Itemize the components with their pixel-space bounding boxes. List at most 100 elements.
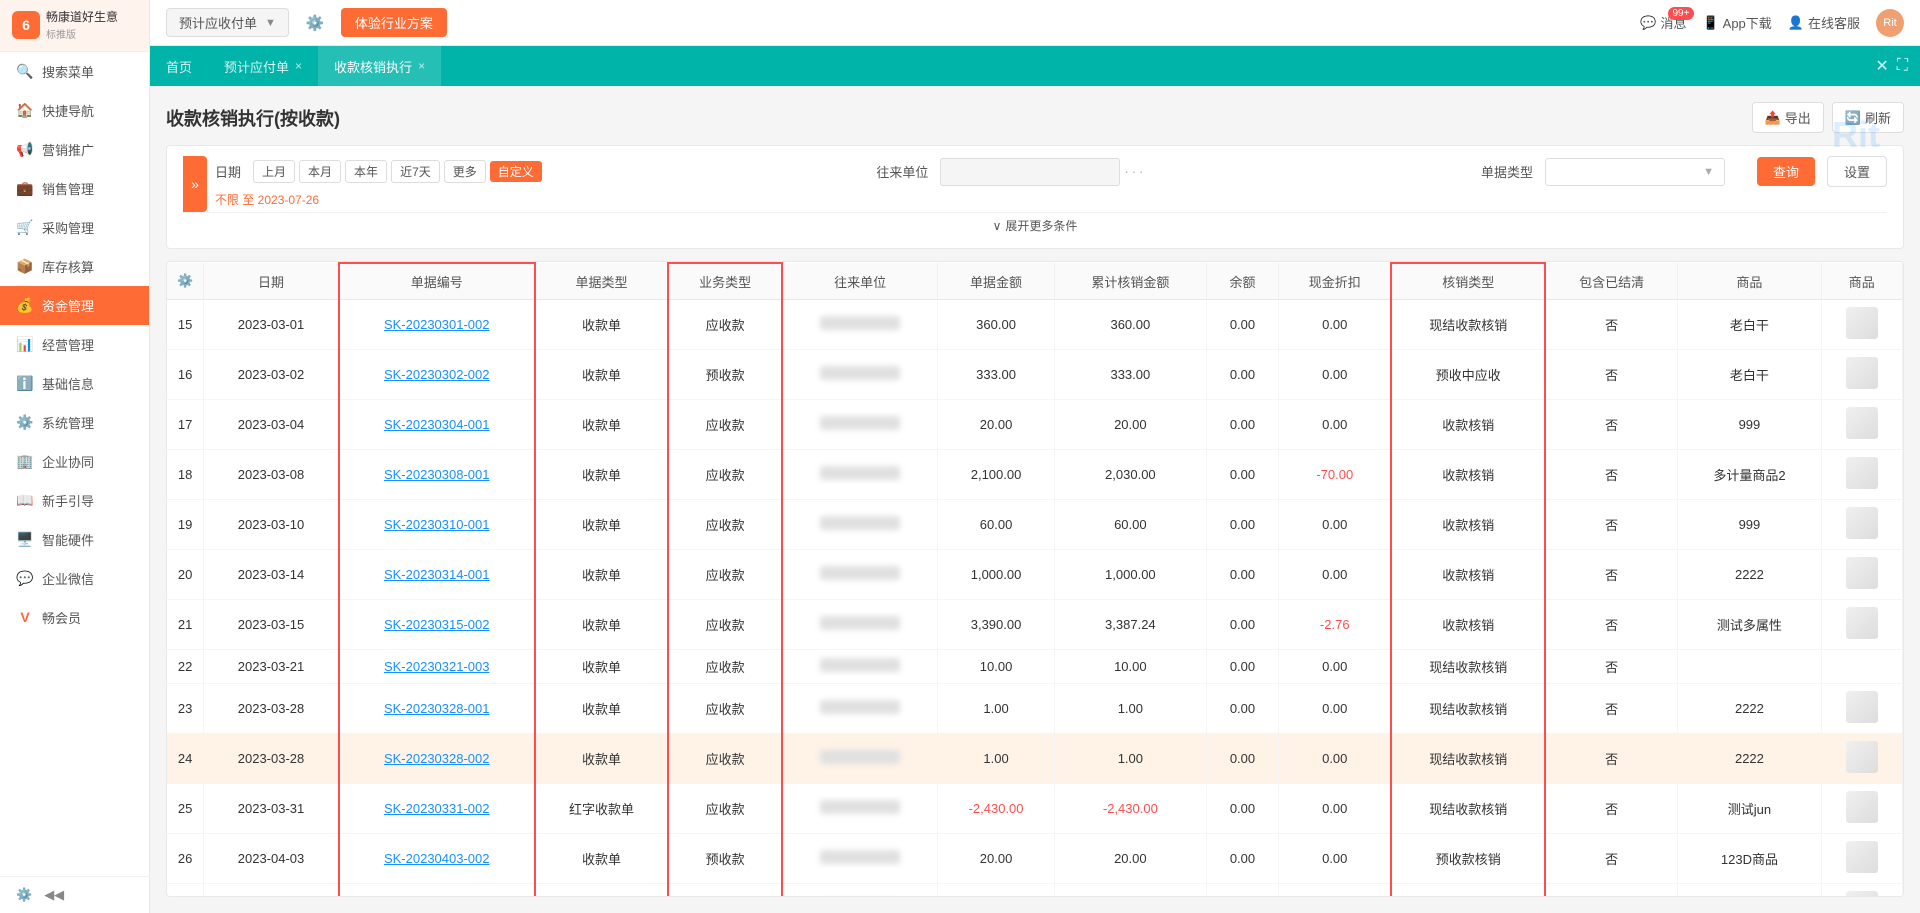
- maximize-icon[interactable]: ⛶: [1897, 57, 1908, 75]
- sidebar-item-guide[interactable]: 📖 新手引导: [0, 481, 149, 520]
- sidebar-item-hardware[interactable]: 🖥️ 智能硬件: [0, 520, 149, 559]
- cell-date: 2023-03-02: [204, 350, 339, 400]
- doc-no-link[interactable]: SK-20230314-001: [384, 567, 490, 582]
- avatar[interactable]: Rit: [1876, 9, 1904, 37]
- app-download-button[interactable]: 📱 App下载: [1702, 13, 1771, 32]
- sidebar-item-system[interactable]: ⚙️ 系统管理: [0, 403, 149, 442]
- tab-prepay[interactable]: 预计应付单 ×: [208, 46, 318, 86]
- sidebar-item-member[interactable]: V 畅会员: [0, 598, 149, 637]
- doc-no-link[interactable]: SK-20230403-002: [384, 851, 490, 866]
- cell-biz-type: 预收款: [668, 834, 782, 884]
- cell-doc-no: SK-20230302-002: [339, 350, 535, 400]
- cell-product-img: [1821, 784, 1902, 834]
- cell-product: [1678, 650, 1821, 684]
- sidebar-item-wechat[interactable]: 💬 企业微信: [0, 559, 149, 598]
- tab-bar-controls: ✕ ⛶: [1875, 56, 1920, 76]
- doc-no-link[interactable]: SK-20230304-001: [384, 417, 490, 432]
- settings-gear-icon[interactable]: ⚙️: [301, 9, 329, 37]
- messages-button[interactable]: 💬 消息 99+: [1640, 13, 1686, 32]
- expand-arrow[interactable]: »: [183, 156, 207, 212]
- refresh-button[interactable]: 🔄 刷新: [1832, 102, 1904, 133]
- partner-input[interactable]: [940, 158, 1120, 186]
- breadcrumb-select[interactable]: 预计应收付单 ▼: [166, 8, 289, 37]
- service-icon: 👤: [1788, 15, 1804, 31]
- cell-date: 2023-03-14: [204, 550, 339, 600]
- filter-settings-button[interactable]: 设置: [1827, 156, 1887, 187]
- date-btn-custom[interactable]: 自定义: [490, 161, 542, 182]
- sidebar-item-marketing[interactable]: 📢 营销推广: [0, 130, 149, 169]
- export-button[interactable]: 📤 导出: [1752, 102, 1824, 133]
- cell-doc-type: 收款单: [535, 500, 669, 550]
- tab-collection-close[interactable]: ×: [418, 59, 425, 73]
- expand-more-btn[interactable]: ∨ 展开更多条件: [183, 212, 1887, 238]
- doc-no-link[interactable]: SK-20230302-002: [384, 367, 490, 382]
- tab-collection[interactable]: 收款核销执行 ×: [318, 46, 441, 86]
- solution-button[interactable]: 体验行业方案: [341, 8, 447, 37]
- sidebar-settings-icon[interactable]: ⚙️: [16, 887, 32, 903]
- doc-no-link[interactable]: SK-20230328-002: [384, 751, 490, 766]
- date-btn-7days[interactable]: 近7天: [391, 160, 440, 183]
- sidebar-item-label: 营销推广: [42, 140, 94, 159]
- date-btn-last-month[interactable]: 上月: [253, 160, 295, 183]
- cell-product: 123D商品: [1678, 834, 1821, 884]
- cell-doc-type: 收款单: [535, 834, 669, 884]
- doc-no-link[interactable]: SK-20230301-002: [384, 317, 490, 332]
- sidebar-item-basic[interactable]: ℹ️ 基础信息: [0, 364, 149, 403]
- sidebar-item-label: 系统管理: [42, 413, 94, 432]
- cell-partner: [782, 450, 938, 500]
- close-window-icon[interactable]: ✕: [1875, 56, 1888, 76]
- online-service-button[interactable]: 👤 在线客服: [1788, 13, 1860, 32]
- tab-home[interactable]: 首页: [150, 46, 208, 86]
- cell-product-img: [1821, 550, 1902, 600]
- table-row: 15 2023-03-01 SK-20230301-002 收款单 应收款 36…: [167, 300, 1903, 350]
- sidebar-collapse-icon[interactable]: ◀◀: [44, 887, 64, 903]
- sidebar-item-inventory[interactable]: 📦 库存核算: [0, 247, 149, 286]
- sidebar-item-sales[interactable]: 💼 销售管理: [0, 169, 149, 208]
- date-btn-more[interactable]: 更多: [444, 160, 486, 183]
- cell-product-img: [1821, 834, 1902, 884]
- doc-no-link[interactable]: SK-20230331-002: [384, 801, 490, 816]
- col-settings[interactable]: ⚙️: [167, 263, 204, 300]
- table-row: 20 2023-03-14 SK-20230314-001 收款单 应收款 1,…: [167, 550, 1903, 600]
- sidebar-item-finance[interactable]: 💰 资金管理: [0, 286, 149, 325]
- cell-doc-no: SK-20230310-001: [339, 500, 535, 550]
- tab-prepay-close[interactable]: ×: [295, 59, 302, 73]
- table-row: 27 2023-04-08 SK-20230408-001 收款单 应收款 10…: [167, 884, 1903, 898]
- wechat-icon: 💬: [16, 570, 34, 587]
- cell-verified: -2,430.00: [1054, 784, 1206, 834]
- basic-icon: ℹ️: [16, 375, 34, 392]
- doc-no-link[interactable]: SK-20230321-003: [384, 659, 490, 674]
- sidebar-item-operations[interactable]: 📊 经营管理: [0, 325, 149, 364]
- cell-verify-type: 收款核销: [1391, 400, 1545, 450]
- cell-included: 否: [1545, 734, 1678, 784]
- cell-balance: 0.00: [1206, 600, 1278, 650]
- sidebar-item-purchase[interactable]: 🛒 采购管理: [0, 208, 149, 247]
- cell-date: 2023-03-28: [204, 734, 339, 784]
- cell-doc-type: 收款单: [535, 684, 669, 734]
- cell-product: 测试多属性: [1678, 600, 1821, 650]
- table-row: 16 2023-03-02 SK-20230302-002 收款单 预收款 33…: [167, 350, 1903, 400]
- doc-no-link[interactable]: SK-20230308-001: [384, 467, 490, 482]
- doc-no-link[interactable]: SK-20230328-001: [384, 701, 490, 716]
- cell-balance: 0.00: [1206, 300, 1278, 350]
- date-btn-this-year[interactable]: 本年: [345, 160, 387, 183]
- cell-balance: 0.00: [1206, 784, 1278, 834]
- sidebar-item-quick-nav[interactable]: 🏠 快捷导航: [0, 91, 149, 130]
- doc-type-select[interactable]: ▼: [1545, 158, 1725, 186]
- sidebar-item-corp[interactable]: 🏢 企业协同: [0, 442, 149, 481]
- cell-product: 多计量商品2: [1678, 450, 1821, 500]
- doc-no-link[interactable]: SK-20230310-001: [384, 517, 490, 532]
- refresh-label: 刷新: [1865, 108, 1891, 127]
- cell-verify-type: 预收款核销: [1391, 834, 1545, 884]
- query-button[interactable]: 查询: [1757, 157, 1815, 186]
- cell-amount: 1.00: [938, 684, 1055, 734]
- date-btn-this-month[interactable]: 本月: [299, 160, 341, 183]
- partner-filter-label: 往来单位: [876, 162, 928, 181]
- sidebar-item-search[interactable]: 🔍 搜索菜单: [0, 52, 149, 91]
- cell-amount: 360.00: [938, 300, 1055, 350]
- doc-no-link[interactable]: SK-20230315-002: [384, 617, 490, 632]
- cell-no: 20: [167, 550, 204, 600]
- cell-amount: 100.00: [938, 884, 1055, 898]
- cell-doc-type: 收款单: [535, 550, 669, 600]
- cell-included: 否: [1545, 884, 1678, 898]
